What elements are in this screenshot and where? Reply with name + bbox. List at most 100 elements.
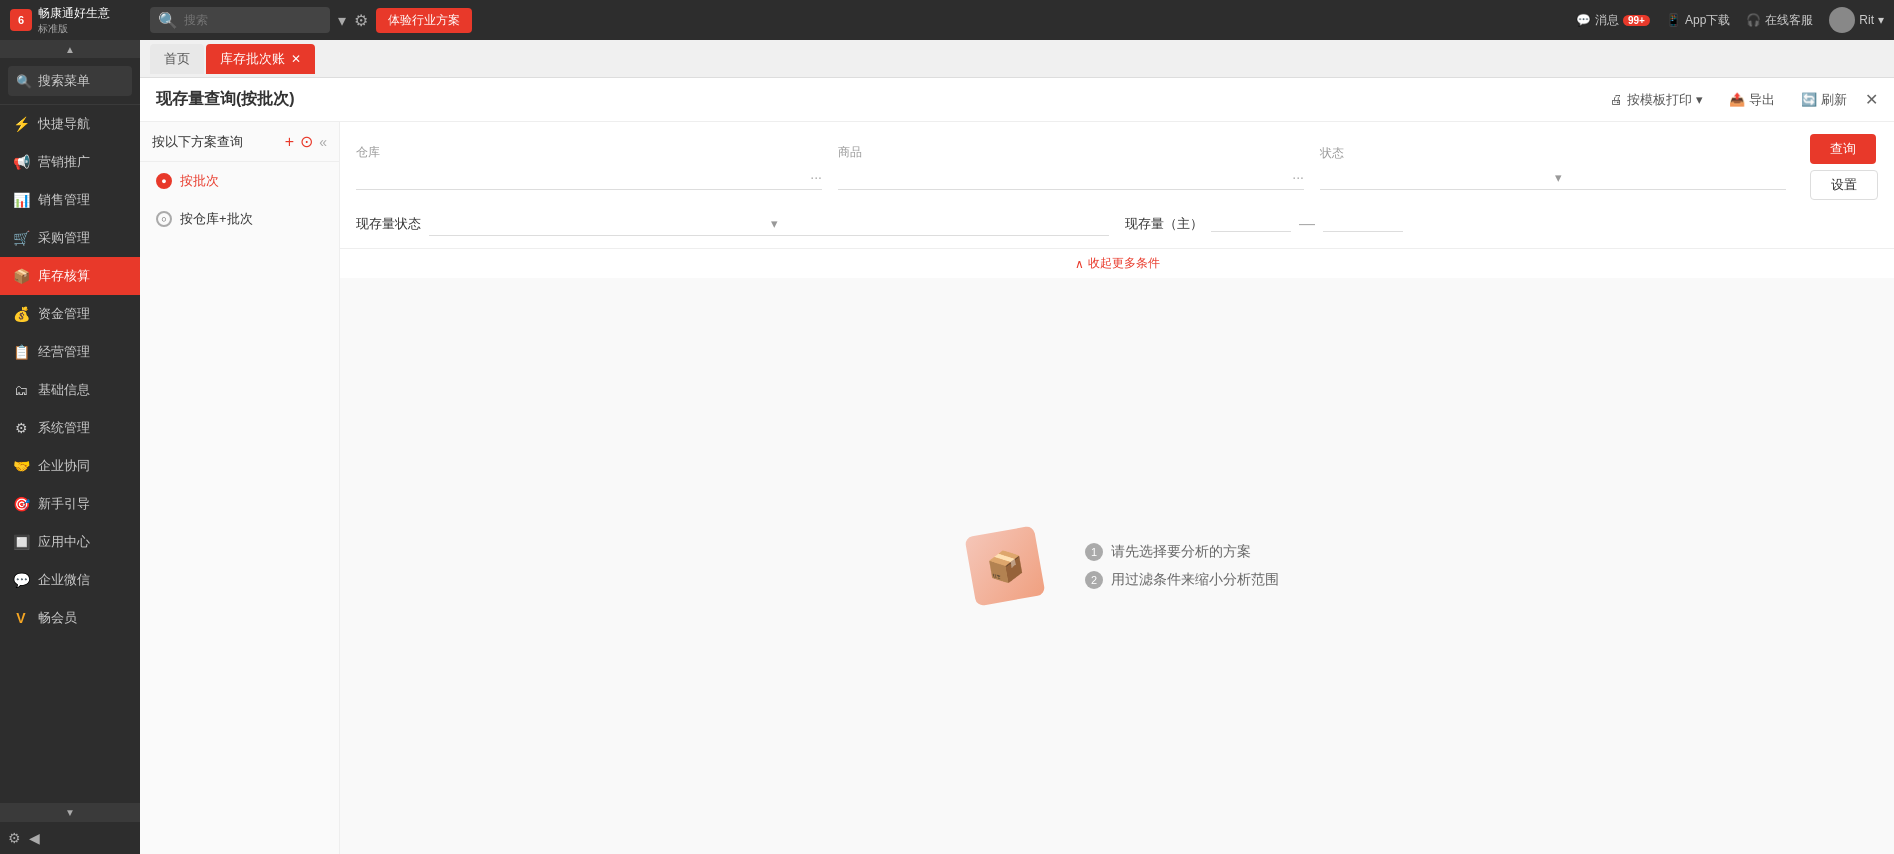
online-service-label: 在线客服: [1765, 12, 1813, 29]
filter-right: 仓库 ··· 商品 ···: [340, 122, 1894, 854]
operations-icon: 📋: [12, 343, 30, 361]
empty-tips: 1 请先选择要分析的方案 2 用过滤条件来缩小分析范围: [1085, 543, 1279, 589]
sidebar-nav: ⚡ 快捷导航 📢 营销推广 📊 销售管理 🛒 采购管理 📦 库存核算 💰: [0, 105, 140, 803]
sidebar-bottom: ⚙ ◀: [0, 821, 140, 854]
sidebar: ▲ 🔍 搜索菜单 ⚡ 快捷导航 📢 营销推广 📊 销售管理 🛒: [0, 40, 140, 854]
sidebar-item-quick-nav[interactable]: ⚡ 快捷导航: [0, 105, 140, 143]
tab-inventory-batch[interactable]: 库存批次账 ✕: [206, 44, 315, 74]
filter-plan-batch[interactable]: ● 按批次: [140, 162, 339, 200]
filter-collapse-button[interactable]: «: [319, 132, 327, 151]
sidebar-item-marketing[interactable]: 📢 营销推广: [0, 143, 140, 181]
avatar: [1829, 7, 1855, 33]
plan-icon-batch: ●: [156, 173, 172, 189]
export-icon: 📤: [1729, 92, 1745, 107]
stock-qty-max-input[interactable]: [1323, 216, 1403, 232]
sidebar-item-label: 畅会员: [38, 609, 77, 627]
user-name: Rit: [1859, 13, 1874, 27]
query-button[interactable]: 查询: [1810, 134, 1876, 164]
system-icon: ⚙: [12, 419, 30, 437]
sidebar-item-operations[interactable]: 📋 经营管理: [0, 333, 140, 371]
warehouse-dots[interactable]: ···: [810, 169, 822, 185]
app-logo: 6 畅康通好生意 标准版: [10, 5, 150, 36]
settings-button[interactable]: 设置: [1810, 170, 1878, 200]
filter-plan-warehouse-batch[interactable]: ○ 按仓库+批次: [140, 200, 339, 238]
sidebar-item-newbie[interactable]: 🎯 新手引导: [0, 485, 140, 523]
stock-status-select[interactable]: ▾: [429, 212, 1109, 236]
filter-settings-button[interactable]: ⊙: [300, 132, 313, 151]
sidebar-item-label: 经营管理: [38, 343, 90, 361]
logo-icon: 6: [10, 9, 32, 31]
user-avatar[interactable]: Rit ▾: [1829, 7, 1884, 33]
vip-icon: V: [12, 609, 30, 627]
sidebar-item-label: 资金管理: [38, 305, 90, 323]
print-button[interactable]: 🖨 按模板打印 ▾: [1602, 87, 1711, 113]
sidebar-item-system[interactable]: ⚙ 系统管理: [0, 409, 140, 447]
basic-icon: 🗂: [12, 381, 30, 399]
sidebar-item-basic[interactable]: 🗂 基础信息: [0, 371, 140, 409]
tip-2-num: 2: [1085, 571, 1103, 589]
empty-state: 📦 1 请先选择要分析的方案 2 用过滤条件来缩小分析范围: [340, 278, 1894, 854]
export-button[interactable]: 📤 导出: [1721, 87, 1783, 113]
export-label: 导出: [1749, 91, 1775, 109]
sidebar-item-label: 快捷导航: [38, 115, 90, 133]
stock-qty-min-input[interactable]: [1211, 216, 1291, 232]
stock-qty-divider: —: [1299, 215, 1315, 233]
settings-icon[interactable]: ⚙: [354, 11, 368, 30]
sidebar-collapse-button[interactable]: ◀: [29, 830, 40, 846]
stock-qty-label: 现存量（主）: [1125, 215, 1203, 233]
plan-icon-warehouse-batch: ○: [156, 211, 172, 227]
online-service-button[interactable]: 🎧 在线客服: [1746, 12, 1813, 29]
status-select[interactable]: ▾: [1320, 166, 1786, 190]
tab-close-icon[interactable]: ✕: [291, 52, 301, 66]
topbar-right: 💬 消息 99+ 📱 App下载 🎧 在线客服 Rit ▾: [1576, 7, 1884, 33]
sidebar-item-vip[interactable]: V 畅会员: [0, 599, 140, 637]
tip-2-text: 用过滤条件来缩小分析范围: [1111, 571, 1279, 589]
sidebar-item-label: 企业协同: [38, 457, 90, 475]
dropdown-arrow[interactable]: ▾: [338, 11, 346, 30]
sidebar-item-enterprise[interactable]: 🤝 企业协同: [0, 447, 140, 485]
filter-conditions: 仓库 ··· 商品 ···: [340, 122, 1894, 249]
collapse-conditions-button[interactable]: ∧ 收起更多条件: [340, 249, 1894, 278]
filter-add-button[interactable]: +: [285, 132, 294, 151]
page-header-actions: 🖨 按模板打印 ▾ 📤 导出 🔄 刷新 ✕: [1602, 87, 1878, 113]
topbar-center: 🔍 ▾ ⚙ 体验行业方案: [150, 7, 1576, 33]
stock-status-label: 现存量状态: [356, 215, 421, 233]
sidebar-item-apps[interactable]: 🔲 应用中心: [0, 523, 140, 561]
sidebar-item-sales[interactable]: 📊 销售管理: [0, 181, 140, 219]
sidebar-search-label: 搜索菜单: [38, 72, 90, 90]
warehouse-input[interactable]: [356, 170, 806, 185]
sidebar-item-wechat[interactable]: 💬 企业微信: [0, 561, 140, 599]
sidebar-item-finance[interactable]: 💰 资金管理: [0, 295, 140, 333]
app-download-button[interactable]: 📱 App下载: [1666, 12, 1730, 29]
sidebar-scroll-up[interactable]: ▲: [0, 40, 140, 58]
filter-plan-batch-label: 按批次: [180, 172, 219, 190]
search-icon: 🔍: [16, 74, 32, 89]
goods-dots[interactable]: ···: [1292, 169, 1304, 185]
sidebar-scroll-down[interactable]: ▼: [0, 803, 140, 821]
search-input[interactable]: [184, 13, 322, 27]
sidebar-item-inventory[interactable]: 📦 库存核算: [0, 257, 140, 295]
sidebar-settings-button[interactable]: ⚙: [8, 830, 21, 846]
messages-button[interactable]: 💬 消息 99+: [1576, 12, 1650, 29]
refresh-button[interactable]: 🔄 刷新: [1793, 87, 1855, 113]
empty-state-content: 📦 1 请先选择要分析的方案 2 用过滤条件来缩小分析范围: [955, 516, 1279, 616]
warehouse-input-wrap[interactable]: ···: [356, 165, 822, 190]
topbar-search-bar[interactable]: 🔍: [150, 7, 330, 33]
enterprise-icon: 🤝: [12, 457, 30, 475]
sidebar-item-label: 销售管理: [38, 191, 90, 209]
goods-input-wrap[interactable]: ···: [838, 165, 1304, 190]
tab-home[interactable]: 首页: [150, 44, 204, 74]
stock-status-chevron-icon: ▾: [771, 216, 1109, 231]
goods-input[interactable]: [838, 170, 1288, 185]
filter-plan-warehouse-batch-label: 按仓库+批次: [180, 210, 253, 228]
sidebar-search-button[interactable]: 🔍 搜索菜单: [8, 66, 132, 96]
tab-home-label: 首页: [164, 50, 190, 68]
status-chevron-icon: ▾: [1555, 170, 1786, 185]
print-label: 按模板打印: [1627, 91, 1692, 109]
page-main: 现存量查询(按批次) 🖨 按模板打印 ▾ 📤 导出 🔄 刷新: [140, 78, 1894, 854]
experience-button[interactable]: 体验行业方案: [376, 8, 472, 33]
content-area: 首页 库存批次账 ✕ 现存量查询(按批次) 🖨 按模板打印 ▾ �: [140, 40, 1894, 854]
wechat-icon: 💬: [12, 571, 30, 589]
sidebar-item-purchase[interactable]: 🛒 采购管理: [0, 219, 140, 257]
close-page-button[interactable]: ✕: [1865, 90, 1878, 109]
